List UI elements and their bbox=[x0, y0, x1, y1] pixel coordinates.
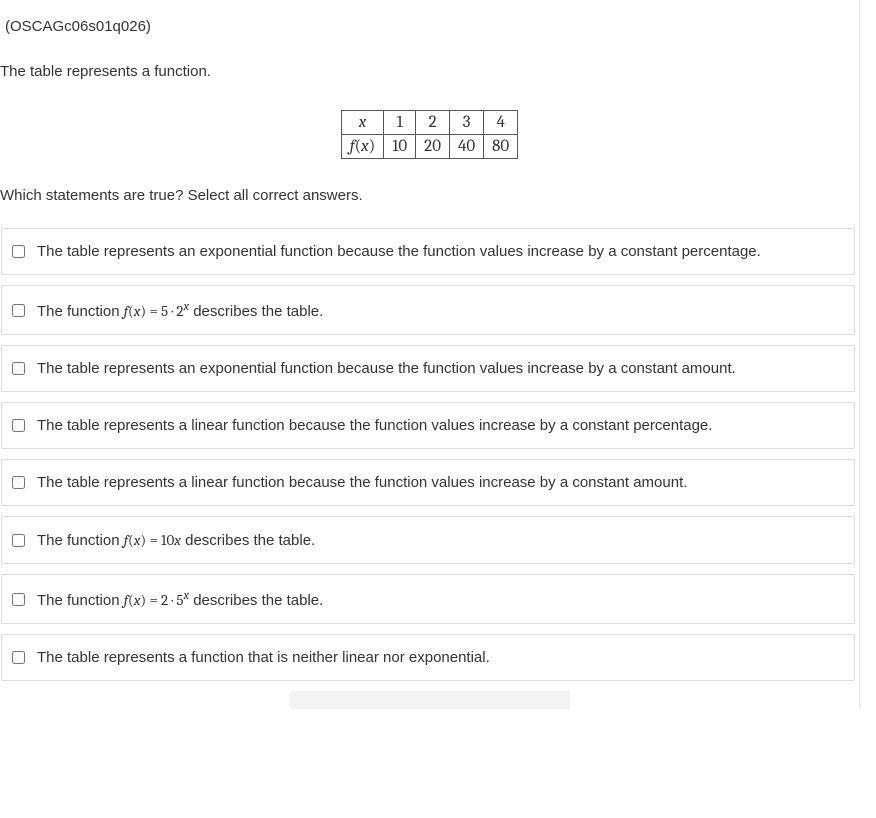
answer-text: The function f(x) = 2 · 5x describes the… bbox=[37, 589, 323, 609]
answers-list: The table represents an exponential func… bbox=[0, 228, 859, 681]
table-row: f(x) 10 20 40 80 bbox=[341, 135, 517, 159]
answer-option[interactable]: The function f(x) = 2 · 5x describes the… bbox=[1, 574, 855, 624]
x-val: 3 bbox=[450, 111, 484, 135]
fx-val: 40 bbox=[450, 135, 484, 159]
answer-checkbox[interactable] bbox=[12, 534, 25, 547]
x-val: 1 bbox=[384, 111, 416, 135]
question-id: (OSCAGc06s01q026) bbox=[0, 0, 859, 45]
answer-checkbox[interactable] bbox=[12, 476, 25, 489]
intro-text: The table represents a function. bbox=[0, 45, 859, 90]
fx-val: 20 bbox=[416, 135, 450, 159]
answer-text: The table represents an exponential func… bbox=[37, 243, 761, 260]
function-table-wrap: x 1 2 3 4 f(x) 10 20 40 80 bbox=[0, 90, 859, 177]
footer-shadow bbox=[290, 691, 570, 709]
answer-option[interactable]: The table represents a linear function b… bbox=[1, 402, 855, 449]
question-container: (OSCAGc06s01q026) The table represents a… bbox=[0, 0, 860, 709]
answer-checkbox[interactable] bbox=[12, 651, 25, 664]
fx-val: 10 bbox=[384, 135, 416, 159]
prompt-text: Which statements are true? Select all co… bbox=[0, 177, 859, 228]
footer-bar bbox=[0, 691, 859, 709]
answer-text: The function f(x) = 5 · 2x describes the… bbox=[37, 300, 323, 320]
answer-checkbox[interactable] bbox=[12, 245, 25, 258]
answer-checkbox[interactable] bbox=[12, 419, 25, 432]
fx-label: f(x) bbox=[341, 135, 383, 159]
answer-checkbox[interactable] bbox=[12, 304, 25, 317]
answer-option[interactable]: The function f(x) = 10x describes the ta… bbox=[1, 516, 855, 564]
answer-option[interactable]: The table represents an exponential func… bbox=[1, 228, 855, 275]
function-table: x 1 2 3 4 f(x) 10 20 40 80 bbox=[341, 110, 518, 159]
answer-option[interactable]: The function f(x) = 5 · 2x describes the… bbox=[1, 285, 855, 335]
answer-text: The table represents a linear function b… bbox=[37, 417, 712, 434]
x-val: 2 bbox=[416, 111, 450, 135]
answer-checkbox[interactable] bbox=[12, 593, 25, 606]
answer-text: The table represents a linear function b… bbox=[37, 474, 687, 491]
answer-option[interactable]: The table represents an exponential func… bbox=[1, 345, 855, 392]
table-row: x 1 2 3 4 bbox=[341, 111, 517, 135]
x-val: 4 bbox=[484, 111, 518, 135]
answer-text: The table represents an exponential func… bbox=[37, 360, 736, 377]
answer-text: The table represents a function that is … bbox=[37, 649, 490, 666]
fx-val: 80 bbox=[484, 135, 518, 159]
answer-option[interactable]: The table represents a function that is … bbox=[1, 634, 855, 681]
answer-text: The function f(x) = 10x describes the ta… bbox=[37, 531, 315, 549]
answer-option[interactable]: The table represents a linear function b… bbox=[1, 459, 855, 506]
x-label: x bbox=[341, 111, 383, 135]
answer-checkbox[interactable] bbox=[12, 362, 25, 375]
